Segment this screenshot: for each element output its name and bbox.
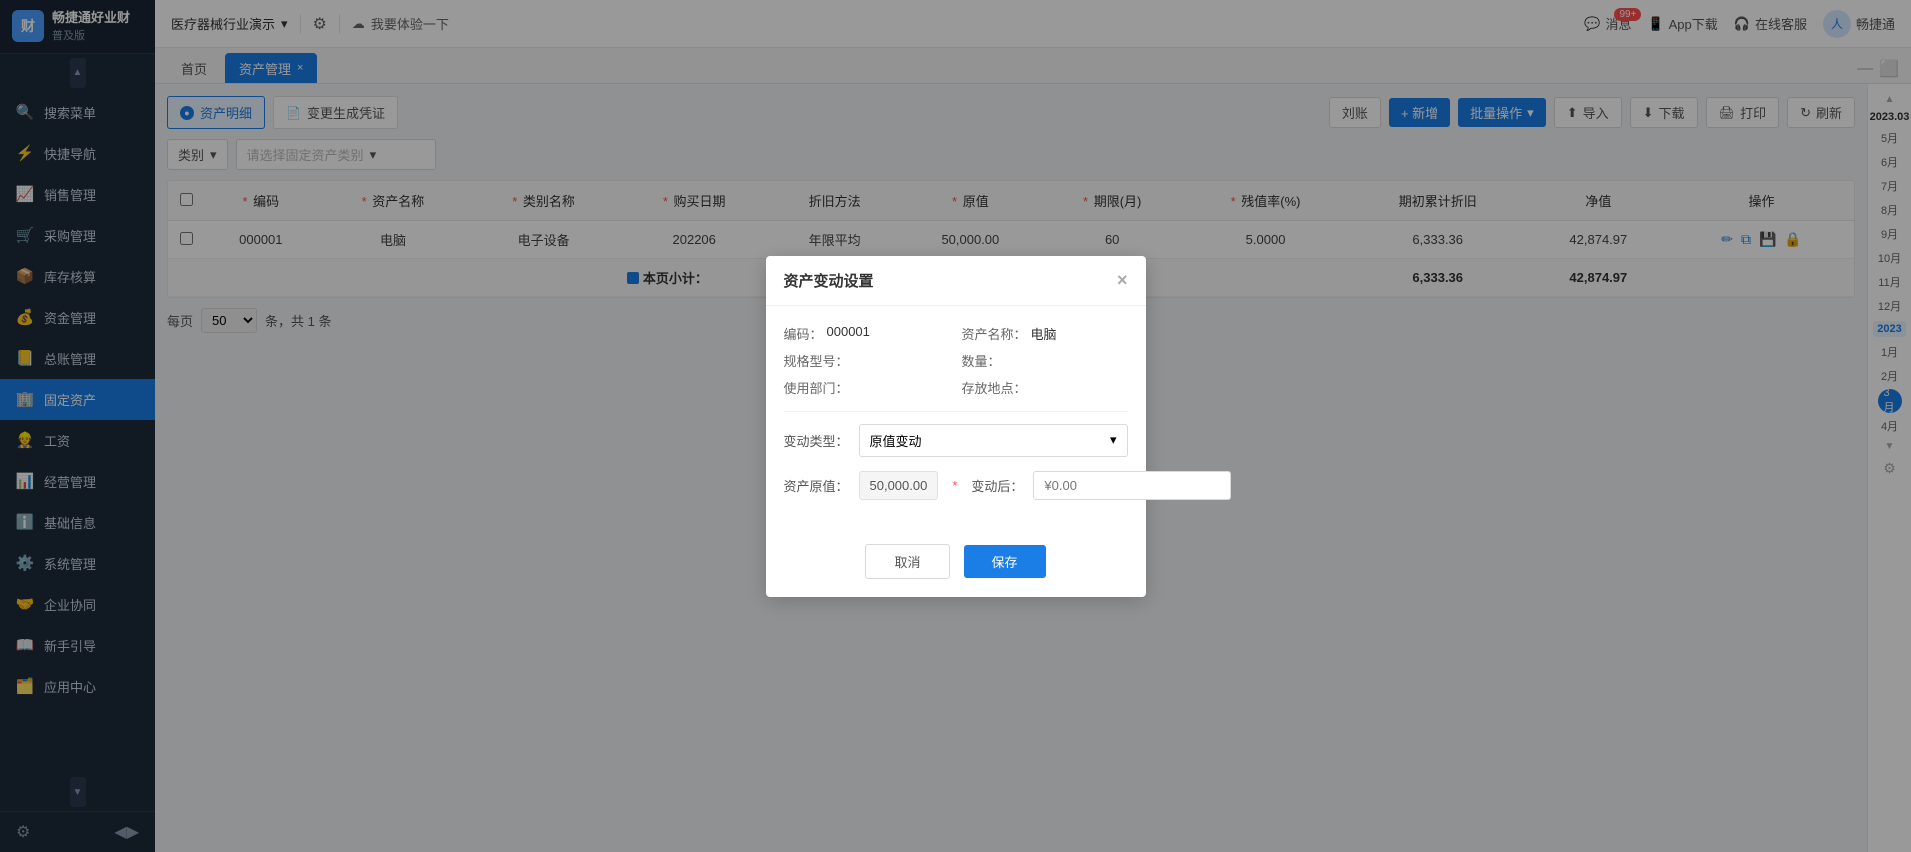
modal-close-button[interactable]: ×	[1117, 271, 1128, 289]
asset-change-modal: 资产变动设置 × 编码： 000001 资产名称： 电脑 规格型号： 数量：	[766, 256, 1146, 597]
modal-code-label: 编码：	[784, 324, 823, 343]
modal-name-value: 电脑	[1031, 324, 1057, 343]
modal-quantity-label: 数量：	[962, 351, 1001, 370]
modal-header: 资产变动设置 ×	[766, 256, 1146, 306]
modal-code-item: 编码： 000001	[784, 324, 950, 343]
modal-original-value-field: 资产原值： 50,000.00 * 变动后：	[784, 471, 1128, 500]
modal-department-item: 使用部门：	[784, 378, 950, 397]
modal-location-label: 存放地点：	[962, 378, 1027, 397]
modal-name-item: 资产名称： 电脑	[962, 324, 1128, 343]
modal-spec-label: 规格型号：	[784, 351, 849, 370]
modal-divider	[784, 411, 1128, 412]
modal-save-button[interactable]: 保存	[964, 545, 1046, 578]
modal-change-type-value: 原值变动	[870, 431, 922, 450]
modal-name-label: 资产名称：	[962, 324, 1027, 343]
modal-after-change-label: 变动后：	[971, 476, 1023, 495]
modal-change-type-dropdown-icon: ▾	[1110, 432, 1117, 448]
modal-original-value-display: 50,000.00	[859, 471, 939, 500]
modal-info-grid: 编码： 000001 资产名称： 电脑 规格型号： 数量： 使用部门：	[784, 324, 1128, 397]
modal-cancel-button[interactable]: 取消	[865, 544, 949, 579]
modal-change-type-select[interactable]: 原值变动 ▾	[859, 424, 1128, 457]
modal-change-type-label: 变动类型：	[784, 431, 849, 450]
modal-change-type-field: 变动类型： 原值变动 ▾	[784, 424, 1128, 457]
modal-overlay: 资产变动设置 × 编码： 000001 资产名称： 电脑 规格型号： 数量：	[0, 0, 1911, 852]
modal-required-star: *	[952, 478, 957, 493]
modal-title: 资产变动设置	[784, 270, 874, 291]
modal-body: 编码： 000001 资产名称： 电脑 规格型号： 数量： 使用部门：	[766, 306, 1146, 532]
modal-quantity-item: 数量：	[962, 351, 1128, 370]
modal-footer: 取消 保存	[766, 532, 1146, 597]
modal-department-label: 使用部门：	[784, 378, 849, 397]
modal-spec-item: 规格型号：	[784, 351, 950, 370]
modal-original-value-label: 资产原值：	[784, 476, 849, 495]
modal-location-item: 存放地点：	[962, 378, 1128, 397]
modal-code-value: 000001	[827, 324, 870, 343]
modal-after-change-input[interactable]	[1033, 471, 1231, 500]
